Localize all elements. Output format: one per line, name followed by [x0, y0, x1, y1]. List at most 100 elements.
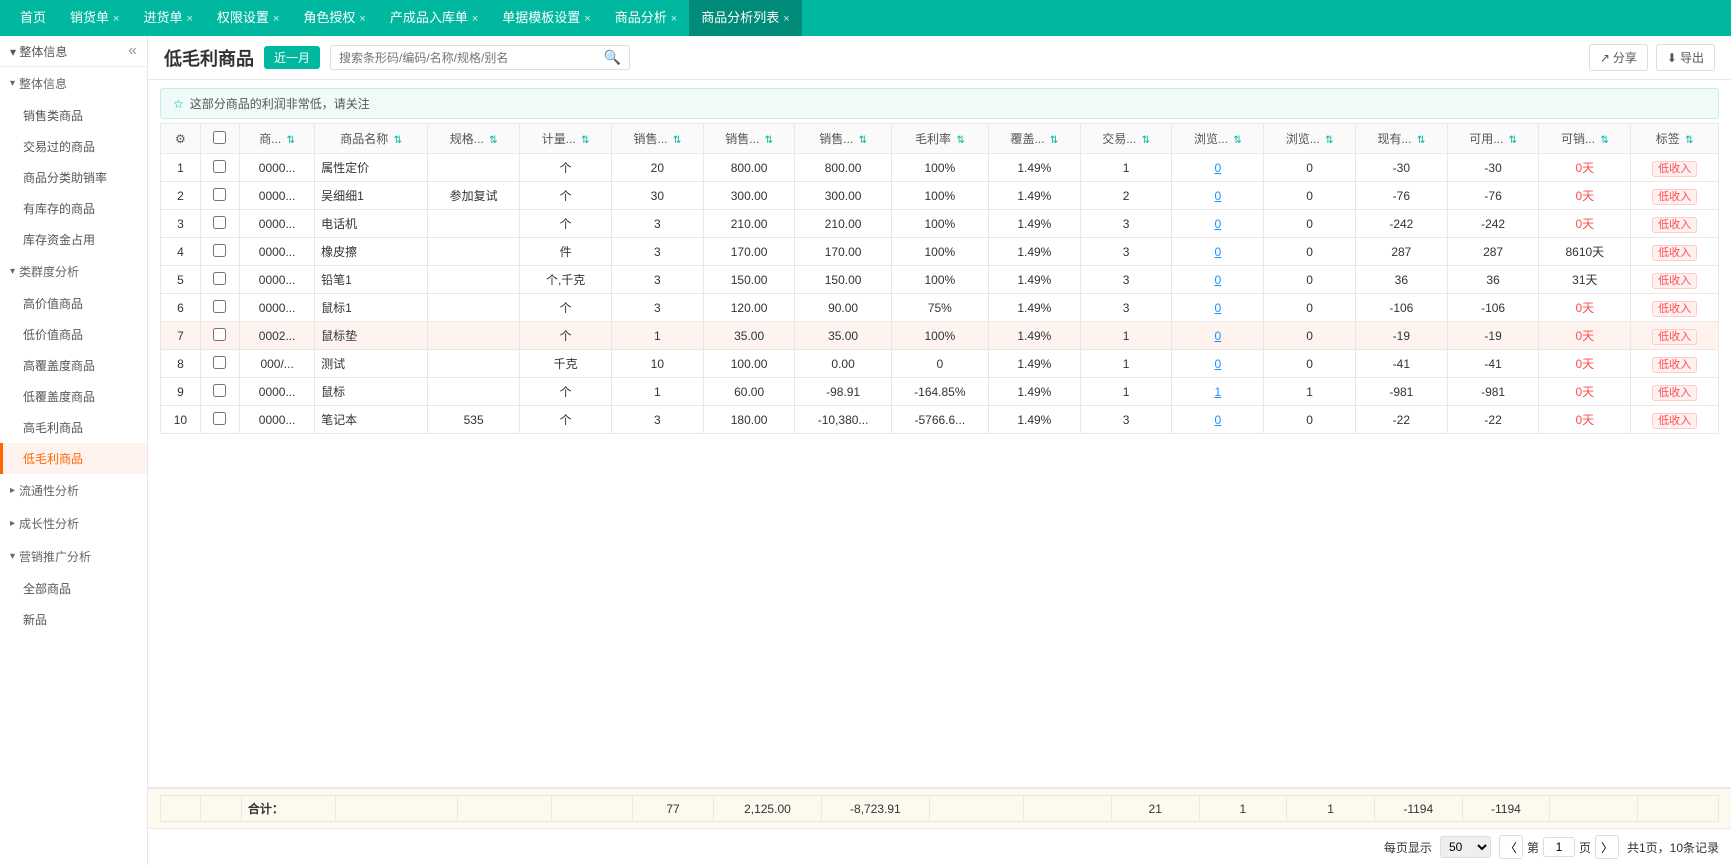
nav-permission-settings[interactable]: 权限设置×	[205, 0, 291, 36]
row-browse1[interactable]: 0	[1172, 210, 1264, 238]
col-sellable-days[interactable]: 可销... ⇅	[1539, 124, 1631, 154]
nav-sales-order[interactable]: 销货单×	[58, 0, 131, 36]
export-button[interactable]: ⬇ 导出	[1656, 44, 1715, 71]
search-input[interactable]	[339, 51, 604, 65]
sidebar-item-low-coverage[interactable]: 低覆盖度商品	[0, 381, 147, 412]
row-browse1[interactable]: 0	[1172, 294, 1264, 322]
filter-recent-month-button[interactable]: 近一月	[264, 46, 320, 69]
nav-product-warehouse[interactable]: 产成品入库单×	[378, 0, 490, 36]
notice-bar: ☆ 这部分商品的利润非常低，请关注	[160, 88, 1719, 119]
sidebar-collapse-button[interactable]: «	[124, 42, 141, 60]
row-browse1[interactable]: 0	[1172, 154, 1264, 182]
col-available-stock[interactable]: 可用... ⇅	[1447, 124, 1539, 154]
nav-template-settings[interactable]: 单据模板设置×	[490, 0, 602, 36]
col-settings[interactable]: ⚙	[161, 124, 201, 154]
row-select-checkbox[interactable]	[213, 328, 226, 341]
row-sellable: 0天	[1539, 182, 1631, 210]
row-checkbox[interactable]	[200, 154, 239, 182]
row-browse1[interactable]: 0	[1172, 182, 1264, 210]
col-sales-qty[interactable]: 销售... ⇅	[611, 124, 703, 154]
col-code[interactable]: 商... ⇅	[240, 124, 315, 154]
sidebar-item-sales-products[interactable]: 销售类商品	[0, 100, 147, 131]
col-spec[interactable]: 规格... ⇅	[428, 124, 520, 154]
sidebar-group-overall[interactable]: ▾ 整体信息	[0, 67, 147, 100]
close-icon[interactable]: ×	[671, 13, 677, 25]
row-browse1[interactable]: 0	[1172, 238, 1264, 266]
col-current-stock[interactable]: 现有... ⇅	[1355, 124, 1447, 154]
sidebar-group-growth[interactable]: ▸ 成长性分析	[0, 507, 147, 540]
col-browse2[interactable]: 浏览... ⇅	[1264, 124, 1356, 154]
close-icon[interactable]: ×	[584, 13, 590, 25]
sidebar-item-new-products[interactable]: 新品	[0, 604, 147, 635]
row-browse1[interactable]: 0	[1172, 406, 1264, 434]
row-browse1[interactable]: 0	[1172, 322, 1264, 350]
row-checkbox[interactable]	[200, 266, 239, 294]
close-icon[interactable]: ×	[472, 13, 478, 25]
row-select-checkbox[interactable]	[213, 272, 226, 285]
row-checkbox[interactable]	[200, 182, 239, 210]
page-input[interactable]	[1543, 837, 1575, 857]
row-checkbox[interactable]	[200, 378, 239, 406]
sidebar-item-stock-fund[interactable]: 库存资金占用	[0, 224, 147, 255]
search-icon[interactable]: 🔍	[604, 49, 621, 66]
col-sales-amount[interactable]: 销售... ⇅	[703, 124, 795, 154]
sidebar-item-traded-products[interactable]: 交易过的商品	[0, 131, 147, 162]
close-icon[interactable]: ×	[359, 13, 365, 25]
row-select-checkbox[interactable]	[213, 412, 226, 425]
row-browse1[interactable]: 0	[1172, 266, 1264, 294]
sidebar-item-stocked-products[interactable]: 有库存的商品	[0, 193, 147, 224]
sidebar-group-marketing[interactable]: ▾ 营销推广分析	[0, 540, 147, 573]
row-select-checkbox[interactable]	[213, 384, 226, 397]
row-checkbox[interactable]	[200, 322, 239, 350]
close-icon[interactable]: ×	[113, 13, 119, 25]
col-name[interactable]: 商品名称 ⇅	[315, 124, 428, 154]
row-browse1[interactable]: 0	[1172, 350, 1264, 378]
col-coverage[interactable]: 覆盖... ⇅	[988, 124, 1080, 154]
nav-role-auth[interactable]: 角色授权×	[291, 0, 377, 36]
nav-product-analysis-list[interactable]: 商品分析列表×	[689, 0, 801, 36]
sidebar-item-low-value[interactable]: 低价值商品	[0, 319, 147, 350]
col-checkbox-all[interactable]	[200, 124, 239, 154]
next-page-button[interactable]: 〉	[1595, 835, 1619, 859]
row-spec	[428, 322, 520, 350]
col-trade[interactable]: 交易... ⇅	[1080, 124, 1172, 154]
row-checkbox[interactable]	[200, 238, 239, 266]
close-icon[interactable]: ×	[783, 13, 789, 25]
nav-home[interactable]: 首页	[8, 0, 58, 36]
table-row: 1 0000... 属性定价 个 20 800.00 800.00 100% 1…	[161, 154, 1719, 182]
sidebar-item-high-margin[interactable]: 高毛利商品	[0, 412, 147, 443]
nav-product-analysis[interactable]: 商品分析×	[603, 0, 689, 36]
sidebar-group-liquidity[interactable]: ▸ 流通性分析	[0, 474, 147, 507]
row-checkbox[interactable]	[200, 406, 239, 434]
col-browse1[interactable]: 浏览... ⇅	[1172, 124, 1264, 154]
row-select-checkbox[interactable]	[213, 300, 226, 313]
sidebar-item-low-margin[interactable]: 低毛利商品	[0, 443, 147, 474]
sidebar-item-all-products[interactable]: 全部商品	[0, 573, 147, 604]
sidebar-group-cluster[interactable]: ▾ 类群度分析	[0, 255, 147, 288]
select-all-checkbox[interactable]	[213, 131, 226, 144]
row-checkbox[interactable]	[200, 350, 239, 378]
row-sellable: 0天	[1539, 378, 1631, 406]
row-select-checkbox[interactable]	[213, 216, 226, 229]
sidebar-item-high-coverage[interactable]: 高覆盖度商品	[0, 350, 147, 381]
row-select-checkbox[interactable]	[213, 356, 226, 369]
sidebar-item-category-sales-rate[interactable]: 商品分类助销率	[0, 162, 147, 193]
col-tag[interactable]: 标签 ⇅	[1631, 124, 1719, 154]
col-sales-profit[interactable]: 销售... ⇅	[795, 124, 891, 154]
col-unit[interactable]: 计量... ⇅	[520, 124, 612, 154]
row-checkbox[interactable]	[200, 294, 239, 322]
row-browse1[interactable]: 1	[1172, 378, 1264, 406]
pagination-bar: 每页显示 50 10 20 100 〈 第 页 〉 共1页，10条记录	[148, 828, 1731, 865]
col-margin[interactable]: 毛利率 ⇅	[891, 124, 988, 154]
per-page-select[interactable]: 50 10 20 100	[1440, 836, 1491, 858]
row-select-checkbox[interactable]	[213, 188, 226, 201]
row-select-checkbox[interactable]	[213, 244, 226, 257]
close-icon[interactable]: ×	[186, 13, 192, 25]
close-icon[interactable]: ×	[273, 13, 279, 25]
row-checkbox[interactable]	[200, 210, 239, 238]
nav-purchase-order[interactable]: 进货单×	[131, 0, 204, 36]
row-select-checkbox[interactable]	[213, 160, 226, 173]
sidebar-item-high-value[interactable]: 高价值商品	[0, 288, 147, 319]
prev-page-button[interactable]: 〈	[1499, 835, 1523, 859]
share-button[interactable]: ↗ 分享	[1589, 44, 1648, 71]
